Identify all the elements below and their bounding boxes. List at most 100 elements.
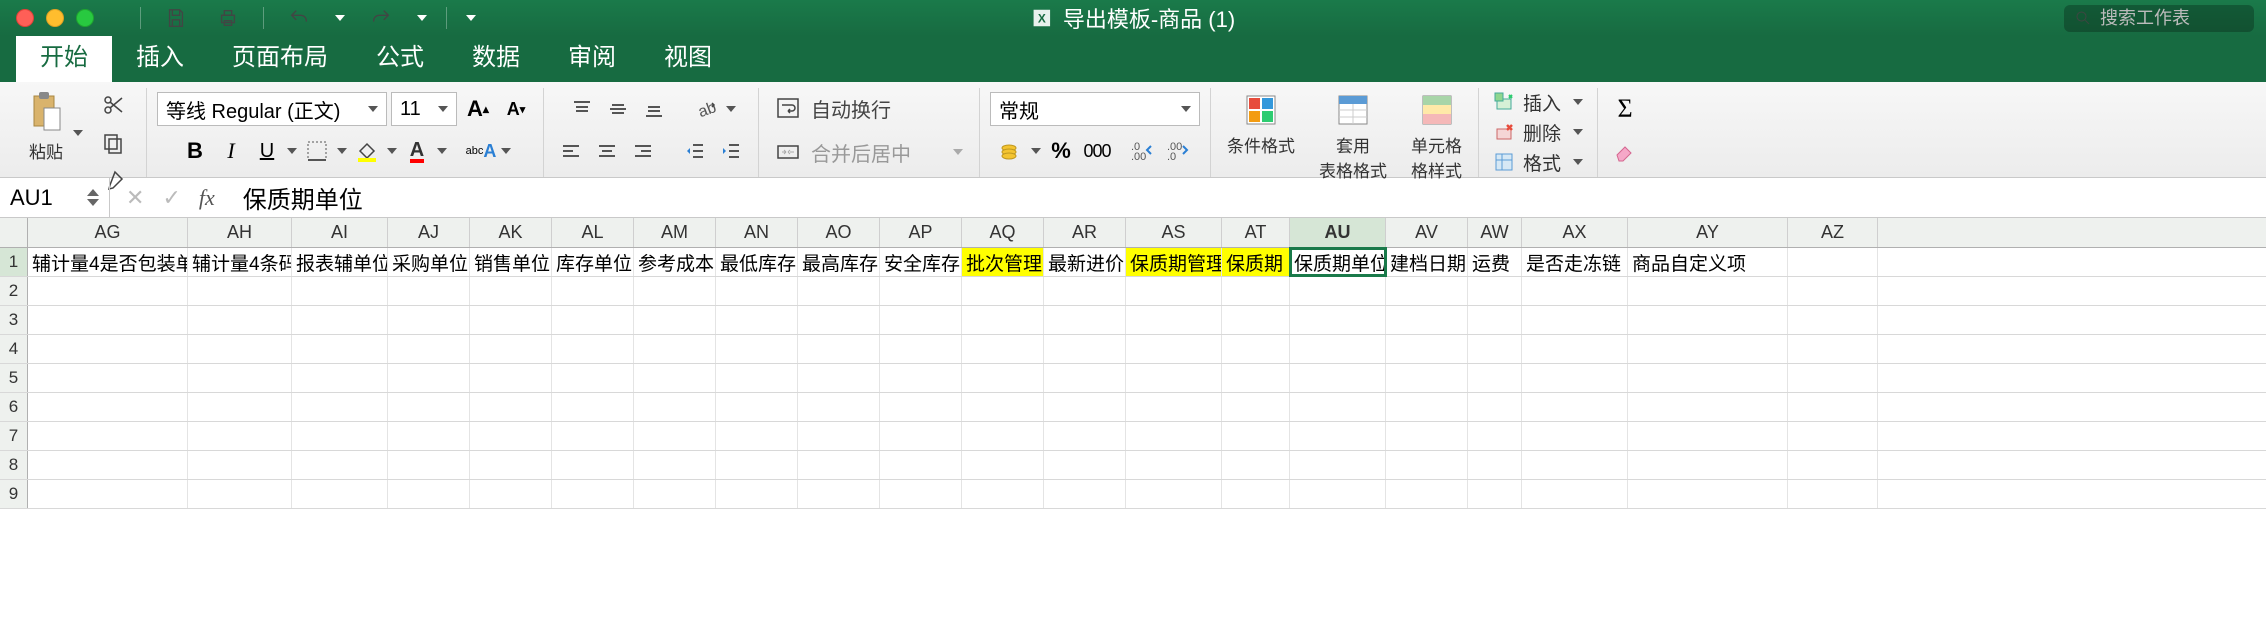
cell-AJ8[interactable] xyxy=(388,451,470,479)
cell-AZ5[interactable] xyxy=(1788,364,1878,392)
cell-AT3[interactable] xyxy=(1222,306,1290,334)
cell-AY7[interactable] xyxy=(1628,422,1788,450)
cell-AO7[interactable] xyxy=(798,422,880,450)
cell-AZ8[interactable] xyxy=(1788,451,1878,479)
cell-AT8[interactable] xyxy=(1222,451,1290,479)
cell-AR1[interactable]: 最新进价 xyxy=(1044,248,1126,276)
column-header-AK[interactable]: AK xyxy=(470,218,552,247)
column-header-AX[interactable]: AX xyxy=(1522,218,1628,247)
cell-AV4[interactable] xyxy=(1386,335,1468,363)
cell-AG7[interactable] xyxy=(28,422,188,450)
cell-AP8[interactable] xyxy=(880,451,962,479)
column-header-AT[interactable]: AT xyxy=(1222,218,1290,247)
cell-AU2[interactable] xyxy=(1290,277,1386,305)
cell-AS4[interactable] xyxy=(1126,335,1222,363)
cell-AY4[interactable] xyxy=(1628,335,1788,363)
row-header-5[interactable]: 5 xyxy=(0,364,28,392)
row-header-3[interactable]: 3 xyxy=(0,306,28,334)
column-header-AO[interactable]: AO xyxy=(798,218,880,247)
cell-AO8[interactable] xyxy=(798,451,880,479)
column-header-AP[interactable]: AP xyxy=(880,218,962,247)
cell-AQ6[interactable] xyxy=(962,393,1044,421)
cell-AM2[interactable] xyxy=(634,277,716,305)
column-header-AH[interactable]: AH xyxy=(188,218,292,247)
cell-AZ2[interactable] xyxy=(1788,277,1878,305)
increase-indent-button[interactable] xyxy=(714,134,748,168)
cell-AH1[interactable]: 辅计量4条码 xyxy=(188,248,292,276)
print-button[interactable] xyxy=(211,1,245,35)
cell-AX4[interactable] xyxy=(1522,335,1628,363)
cell-AV9[interactable] xyxy=(1386,480,1468,508)
cell-AI3[interactable] xyxy=(292,306,388,334)
paste-button[interactable]: 粘贴 xyxy=(20,88,72,165)
cell-AU7[interactable] xyxy=(1290,422,1386,450)
cell-AK9[interactable] xyxy=(470,480,552,508)
cell-AY3[interactable] xyxy=(1628,306,1788,334)
cell-AT5[interactable] xyxy=(1222,364,1290,392)
tab-视图[interactable]: 视图 xyxy=(640,29,736,82)
cell-AO2[interactable] xyxy=(798,277,880,305)
cell-AQ9[interactable] xyxy=(962,480,1044,508)
cell-AX2[interactable] xyxy=(1522,277,1628,305)
qat-customize[interactable] xyxy=(465,1,477,35)
border-dropdown[interactable] xyxy=(336,134,348,168)
tab-页面布局[interactable]: 页面布局 xyxy=(208,29,352,82)
cell-AS1[interactable]: 保质期管理 xyxy=(1126,248,1222,276)
cell-AX5[interactable] xyxy=(1522,364,1628,392)
cell-AR3[interactable] xyxy=(1044,306,1126,334)
cancel-formula-button[interactable]: ✕ xyxy=(126,185,144,211)
cell-AP1[interactable]: 安全库存 xyxy=(880,248,962,276)
cell-AV5[interactable] xyxy=(1386,364,1468,392)
align-center-button[interactable] xyxy=(590,134,624,168)
cell-AL8[interactable] xyxy=(552,451,634,479)
cell-AR9[interactable] xyxy=(1044,480,1126,508)
redo-dropdown[interactable] xyxy=(416,1,428,35)
align-bottom-button[interactable] xyxy=(637,92,671,126)
cell-AR4[interactable] xyxy=(1044,335,1126,363)
cell-AM5[interactable] xyxy=(634,364,716,392)
font-color-dropdown[interactable] xyxy=(436,134,448,168)
cell-AI7[interactable] xyxy=(292,422,388,450)
increase-decimal-button[interactable]: .0.00 xyxy=(1126,134,1160,168)
cell-AN6[interactable] xyxy=(716,393,798,421)
cell-AZ9[interactable] xyxy=(1788,480,1878,508)
cell-AU9[interactable] xyxy=(1290,480,1386,508)
cell-AN7[interactable] xyxy=(716,422,798,450)
cell-AI5[interactable] xyxy=(292,364,388,392)
formula-input[interactable] xyxy=(231,184,2266,212)
row-header-9[interactable]: 9 xyxy=(0,480,28,508)
cell-AP3[interactable] xyxy=(880,306,962,334)
row-header-2[interactable]: 2 xyxy=(0,277,28,305)
cell-styles-button[interactable]: 单元格 格样式 xyxy=(1405,88,1468,184)
cell-AJ4[interactable] xyxy=(388,335,470,363)
cell-AW1[interactable]: 运费 xyxy=(1468,248,1522,276)
tab-审阅[interactable]: 审阅 xyxy=(544,29,640,82)
cell-AJ3[interactable] xyxy=(388,306,470,334)
cut-button[interactable] xyxy=(96,88,130,122)
bold-button[interactable]: B xyxy=(178,134,212,168)
phonetic-button[interactable]: abcA xyxy=(464,134,498,168)
cell-AR2[interactable] xyxy=(1044,277,1126,305)
font-color-button[interactable]: A xyxy=(400,134,434,168)
cell-AZ6[interactable] xyxy=(1788,393,1878,421)
cell-AM6[interactable] xyxy=(634,393,716,421)
cell-AP5[interactable] xyxy=(880,364,962,392)
search-box[interactable] xyxy=(2064,5,2254,32)
column-header-AV[interactable]: AV xyxy=(1386,218,1468,247)
cell-AL2[interactable] xyxy=(552,277,634,305)
cell-AU3[interactable] xyxy=(1290,306,1386,334)
comma-button[interactable]: 000 xyxy=(1080,134,1114,168)
cell-AK1[interactable]: 销售单位 xyxy=(470,248,552,276)
cell-AI9[interactable] xyxy=(292,480,388,508)
column-header-AQ[interactable]: AQ xyxy=(962,218,1044,247)
cell-AN4[interactable] xyxy=(716,335,798,363)
cell-AZ1[interactable] xyxy=(1788,248,1878,276)
font-size-select[interactable]: 11 xyxy=(391,92,457,126)
column-header-AS[interactable]: AS xyxy=(1126,218,1222,247)
column-header-AZ[interactable]: AZ xyxy=(1788,218,1878,247)
cell-AW5[interactable] xyxy=(1468,364,1522,392)
cell-AQ3[interactable] xyxy=(962,306,1044,334)
tab-开始[interactable]: 开始 xyxy=(16,29,112,82)
cell-AZ3[interactable] xyxy=(1788,306,1878,334)
cell-AI6[interactable] xyxy=(292,393,388,421)
